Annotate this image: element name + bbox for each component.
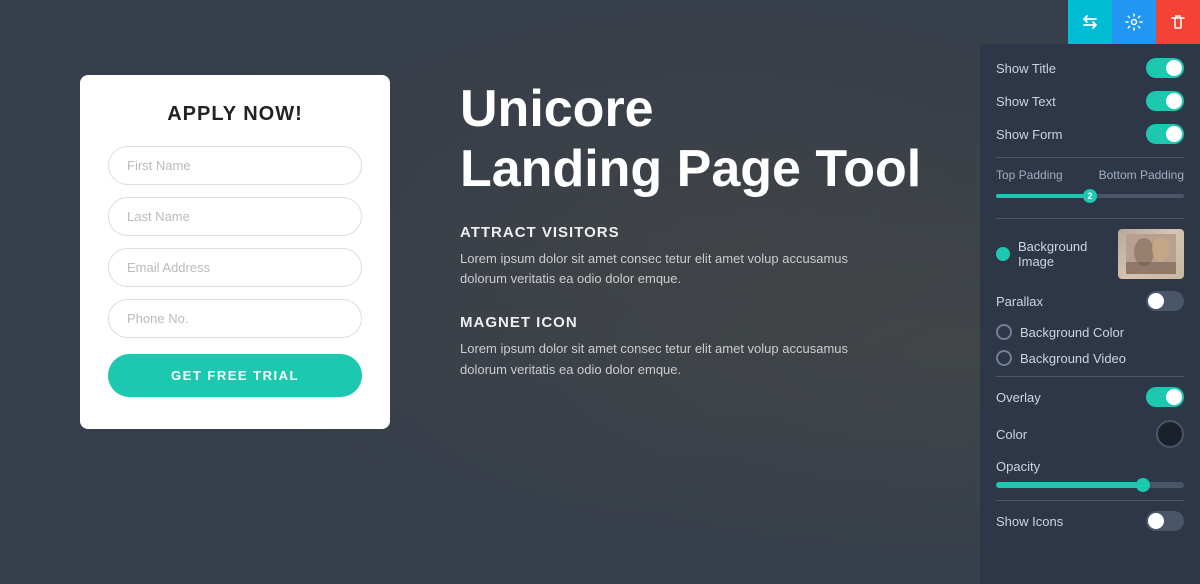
bg-video-row: Background Video xyxy=(996,350,1184,366)
hero-content: Unicore Landing Page Tool ATTRACT VISITO… xyxy=(460,80,921,405)
bg-color-label: Background Color xyxy=(1020,325,1124,340)
get-free-trial-button[interactable]: GET FREE TRIAL xyxy=(108,354,362,397)
bg-image-label: Background Image xyxy=(1018,239,1118,269)
divider-1 xyxy=(996,157,1184,158)
hero-title: Unicore Landing Page Tool xyxy=(460,80,921,200)
show-icons-toggle[interactable] xyxy=(1146,511,1184,531)
bg-color-row: Background Color xyxy=(996,324,1184,340)
show-icons-label: Show Icons xyxy=(996,514,1063,529)
phone-input[interactable] xyxy=(108,299,362,338)
overlay-row: Overlay xyxy=(996,387,1184,407)
parallax-row: Parallax xyxy=(996,291,1184,311)
opacity-thumb[interactable] xyxy=(1136,478,1150,492)
form-title: APPLY NOW! xyxy=(108,103,362,126)
settings-button[interactable] xyxy=(1112,0,1156,44)
transfer-button[interactable] xyxy=(1068,0,1112,44)
show-text-row: Show Text xyxy=(996,91,1184,111)
bg-image-dot xyxy=(996,247,1010,261)
color-row: Color xyxy=(996,420,1184,448)
form-card: APPLY NOW! GET FREE TRIAL xyxy=(80,75,390,429)
opacity-row: Opacity xyxy=(996,458,1184,488)
opacity-label: Opacity xyxy=(996,459,1040,474)
show-title-row: Show Title xyxy=(996,58,1184,78)
bottom-padding-label: Bottom Padding xyxy=(1099,168,1184,182)
bg-image-row: Background Image xyxy=(996,229,1184,279)
padding-slider[interactable]: 2 xyxy=(996,186,1184,206)
show-form-toggle[interactable] xyxy=(1146,124,1184,144)
overlay-label: Overlay xyxy=(996,390,1041,405)
slider-fill xyxy=(996,194,1090,198)
section1-text: Lorem ipsum dolor sit amet consec tetur … xyxy=(460,249,890,291)
delete-button[interactable] xyxy=(1156,0,1200,44)
section2-text: Lorem ipsum dolor sit amet consec tetur … xyxy=(460,339,890,381)
opacity-slider[interactable] xyxy=(996,482,1184,488)
show-icons-row: Show Icons xyxy=(996,511,1184,531)
divider-2 xyxy=(996,218,1184,219)
overlay-toggle[interactable] xyxy=(1146,387,1184,407)
parallax-toggle[interactable] xyxy=(1146,291,1184,311)
divider-4 xyxy=(996,500,1184,501)
email-input[interactable] xyxy=(108,248,362,287)
parallax-label: Parallax xyxy=(996,294,1043,309)
show-form-label: Show Form xyxy=(996,127,1062,142)
padding-row: Top Padding Bottom Padding 2 xyxy=(996,168,1184,206)
top-toolbar xyxy=(1068,0,1200,44)
top-padding-label: Top Padding xyxy=(996,168,1063,182)
show-form-row: Show Form xyxy=(996,124,1184,144)
section2-title: MAGNET ICON xyxy=(460,314,921,331)
first-name-input[interactable] xyxy=(108,146,362,185)
slider-thumb[interactable]: 2 xyxy=(1083,189,1097,203)
sidebar-panel: Show Title Show Text Show Form Top Paddi… xyxy=(980,44,1200,584)
show-text-label: Show Text xyxy=(996,94,1056,109)
hero-section: APPLY NOW! GET FREE TRIAL Unicore Landin… xyxy=(0,0,1200,584)
bg-video-radio[interactable] xyxy=(996,350,1012,366)
show-title-toggle[interactable] xyxy=(1146,58,1184,78)
last-name-input[interactable] xyxy=(108,197,362,236)
bg-video-label: Background Video xyxy=(1020,351,1126,366)
bg-image-thumbnail[interactable] xyxy=(1118,229,1184,279)
show-title-label: Show Title xyxy=(996,61,1056,76)
section1-title: ATTRACT VISITORS xyxy=(460,224,921,241)
bg-color-radio[interactable] xyxy=(996,324,1012,340)
divider-3 xyxy=(996,376,1184,377)
color-label: Color xyxy=(996,427,1027,442)
show-text-toggle[interactable] xyxy=(1146,91,1184,111)
color-swatch[interactable] xyxy=(1156,420,1184,448)
